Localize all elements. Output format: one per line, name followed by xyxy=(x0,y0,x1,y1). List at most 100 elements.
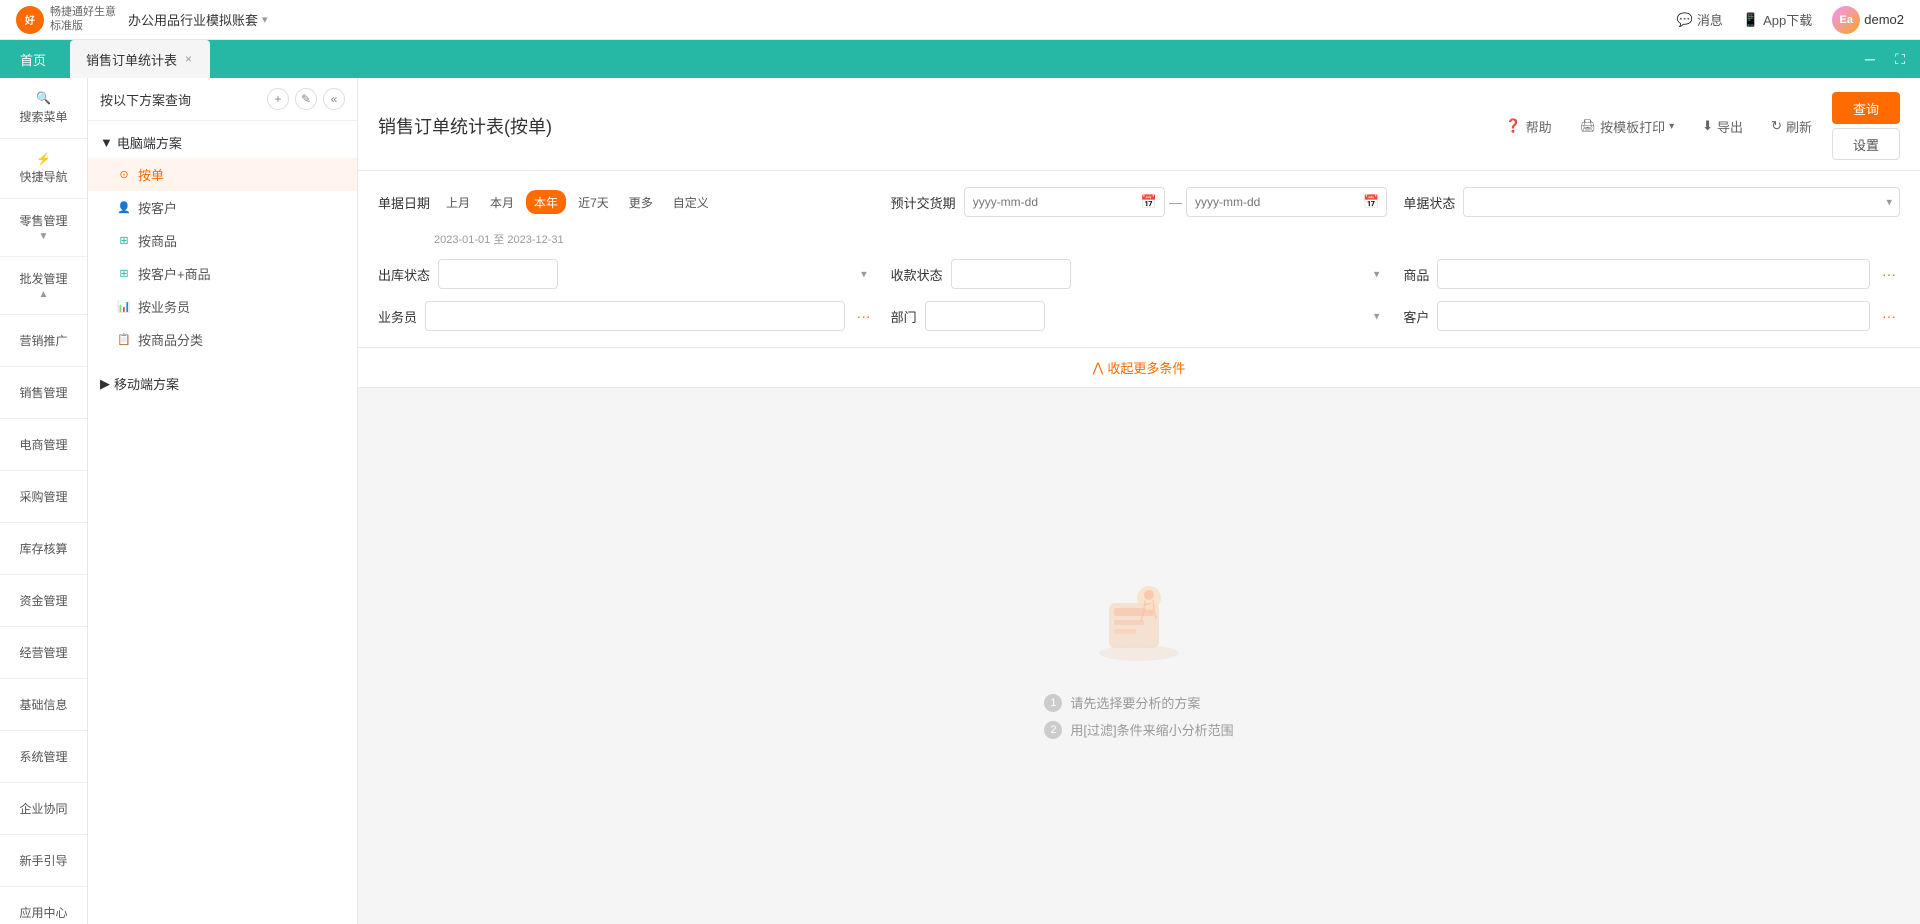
sidebar-item-enterprise[interactable]: 企业协同 xyxy=(0,783,87,835)
department-label: 部门 xyxy=(891,307,917,326)
filter-area: 单据日期 上月 本月 本年 近7天 更多 自定义 预计交货期 xyxy=(358,171,1920,348)
hint-num-2: 2 xyxy=(1044,721,1062,739)
scheme-item-by-customer-product[interactable]: ⊞ 按客户+商品 xyxy=(88,257,357,290)
custom-btn[interactable]: 自定义 xyxy=(665,190,717,214)
sidebar-item-marketing[interactable]: 营销推广 xyxy=(0,315,87,367)
app-logo: 好 畅捷通好生意 标准版 xyxy=(16,6,116,34)
this-year-btn[interactable]: 本年 xyxy=(526,190,566,214)
logo-text: 畅捷通好生意 标准版 xyxy=(50,6,116,32)
tab-close-btn[interactable]: × xyxy=(183,50,194,68)
export-btn[interactable]: ⬇ 导出 xyxy=(1694,113,1751,140)
product-group: 商品 ··· xyxy=(1403,259,1900,289)
tab-maximize-btn[interactable]: ⛶ xyxy=(1888,47,1912,71)
scheme-item-by-customer[interactable]: 👤 按客户 xyxy=(88,191,357,224)
payment-status-label: 收款状态 xyxy=(891,265,943,284)
payment-select-arrow-icon: ▾ xyxy=(1374,268,1380,281)
chevron-down-icon: ▼ xyxy=(100,135,113,150)
payment-status-select[interactable] xyxy=(951,259,1071,289)
refresh-icon: ↻ xyxy=(1771,118,1782,134)
sidebar-item-guide[interactable]: 新手引导 xyxy=(0,835,87,887)
customer-input[interactable] xyxy=(1437,301,1870,331)
salesperson-dots-btn[interactable]: ··· xyxy=(853,308,875,324)
department-select[interactable] xyxy=(925,301,1045,331)
help-icon: ❓ xyxy=(1505,118,1521,134)
scheme-item-by-order[interactable]: ⊙ 按单 xyxy=(88,158,357,191)
empty-hints: 1 请先选择要分析的方案 2 用[过滤]条件来缩小分析范围 xyxy=(1044,693,1233,739)
product-input[interactable] xyxy=(1437,259,1870,289)
add-scheme-btn[interactable]: + xyxy=(267,88,289,110)
empty-state: 1 请先选择要分析的方案 2 用[过滤]条件来缩小分析范围 xyxy=(358,388,1920,924)
tab-bar-actions: ─ ⛶ xyxy=(1858,47,1920,71)
query-settings-group: 查询 设置 xyxy=(1832,92,1900,160)
messages-btn[interactable]: 💬 消息 xyxy=(1677,10,1723,29)
department-select-wrap: ▾ xyxy=(925,301,1388,331)
sidebar-item-inventory[interactable]: 库存核算 xyxy=(0,523,87,575)
expected-delivery-label: 预计交货期 xyxy=(891,193,956,212)
order-date-label: 单据日期 xyxy=(378,193,430,212)
scheme-item-by-product[interactable]: ⊞ 按商品 xyxy=(88,224,357,257)
tab-minimize-btn[interactable]: ─ xyxy=(1858,47,1882,71)
sidebar-item-wholesale[interactable]: 批发管理 ▲ xyxy=(0,257,87,315)
page-title: 销售订单统计表(按单) xyxy=(378,113,552,139)
order-status-select-wrap: ▾ xyxy=(1463,187,1900,217)
tab-active[interactable]: 销售订单统计表 × xyxy=(70,40,210,78)
refresh-btn[interactable]: ↻ 刷新 xyxy=(1763,113,1820,140)
sidebar-item-basic-info[interactable]: 基础信息 xyxy=(0,679,87,731)
this-month-btn[interactable]: 本月 xyxy=(482,190,522,214)
edit-scheme-btn[interactable]: ✎ xyxy=(295,88,317,110)
user-profile[interactable]: Ea demo2 xyxy=(1832,6,1904,34)
payment-status-select-wrap: ▾ xyxy=(951,259,1388,289)
sidebar-item-sys-mgmt[interactable]: 系统管理 xyxy=(0,731,87,783)
more-btn[interactable]: 更多 xyxy=(621,190,661,214)
sidebar-item-operations[interactable]: 经营管理 xyxy=(0,627,87,679)
left-panel-title: 按以下方案查询 xyxy=(100,90,191,109)
company-title[interactable]: 办公用品行业模拟账套 ▾ xyxy=(128,10,1677,29)
sidebar-item-sales[interactable]: 销售管理 xyxy=(0,367,87,419)
search-menu-icon: 🔍 xyxy=(36,90,51,107)
scheme-customer-product-icon: ⊞ xyxy=(116,266,132,282)
customer-group: 客户 ··· xyxy=(1403,301,1900,331)
pc-section-title[interactable]: ▼ 电脑端方案 xyxy=(88,127,357,158)
customer-dots-btn[interactable]: ··· xyxy=(1878,308,1900,324)
sidebar-item-app-center[interactable]: 应用中心 xyxy=(0,887,87,924)
sidebar-item-ecommerce[interactable]: 电商管理 xyxy=(0,419,87,471)
tab-home[interactable]: 首页 xyxy=(0,40,66,78)
query-btn[interactable]: 查询 xyxy=(1832,92,1900,124)
sidebar-item-search-menu[interactable]: 🔍 搜索菜单 xyxy=(0,78,87,139)
collapse-panel-btn[interactable]: « xyxy=(323,88,345,110)
salesperson-label: 业务员 xyxy=(378,307,417,326)
settings-btn[interactable]: 设置 xyxy=(1832,128,1900,160)
last-7-days-btn[interactable]: 近7天 xyxy=(570,190,617,214)
order-status-input[interactable] xyxy=(1463,187,1900,217)
app-download-btn[interactable]: 📱 App下载 xyxy=(1743,10,1812,29)
sidebar-item-quick-nav[interactable]: ⚡ 快捷导航 xyxy=(0,139,87,200)
mobile-section-title[interactable]: ▶ 移动端方案 xyxy=(88,368,357,399)
sidebar-item-retail[interactable]: 零售管理 ▼ xyxy=(0,199,87,257)
delivery-date-start[interactable] xyxy=(964,187,1165,217)
print-btn[interactable]: 🖨 按模板打印 ▾ xyxy=(1572,113,1683,140)
left-panel-header: 按以下方案查询 + ✎ « xyxy=(88,78,357,121)
department-group: 部门 ▾ xyxy=(891,301,1388,331)
right-content: 销售订单统计表(按单) ❓ 帮助 🖨 按模板打印 ▾ ⬇ 导出 xyxy=(358,78,1920,924)
salesperson-input[interactable] xyxy=(425,301,845,331)
scheme-item-by-salesperson[interactable]: 📊 按业务员 xyxy=(88,290,357,323)
scheme-item-by-category[interactable]: 📋 按商品分类 xyxy=(88,323,357,356)
sidebar-item-finance[interactable]: 资金管理 xyxy=(0,575,87,627)
tab-bar: 首页 销售订单统计表 × ─ ⛶ xyxy=(0,40,1920,78)
filter-row-2: 出库状态 ▾ 收款状态 ▾ 商品 xyxy=(378,259,1900,289)
quick-nav-icon: ⚡ xyxy=(36,151,51,168)
outbound-status-select[interactable] xyxy=(438,259,558,289)
last-month-btn[interactable]: 上月 xyxy=(438,190,478,214)
retail-arrow-icon: ▼ xyxy=(39,230,49,244)
order-status-group: 单据状态 ▾ xyxy=(1403,187,1900,217)
filter-row-1: 单据日期 上月 本月 本年 近7天 更多 自定义 预计交货期 xyxy=(378,187,1900,217)
product-dots-btn[interactable]: ··· xyxy=(1878,266,1900,282)
left-panel: 按以下方案查询 + ✎ « ▼ 电脑端方案 ⊙ 按单 👤 按 xyxy=(88,78,358,924)
download-icon: 📱 xyxy=(1743,12,1759,28)
collapse-bar[interactable]: ⋀ 收起更多条件 xyxy=(358,348,1920,388)
help-btn[interactable]: ❓ 帮助 xyxy=(1497,113,1559,140)
order-status-label: 单据状态 xyxy=(1403,193,1455,212)
delivery-date-end[interactable] xyxy=(1186,187,1387,217)
pc-scheme-section: ▼ 电脑端方案 ⊙ 按单 👤 按客户 ⊞ 按商品 ⊞ 按客户+商品 xyxy=(88,121,357,362)
sidebar-item-purchase[interactable]: 采购管理 xyxy=(0,471,87,523)
